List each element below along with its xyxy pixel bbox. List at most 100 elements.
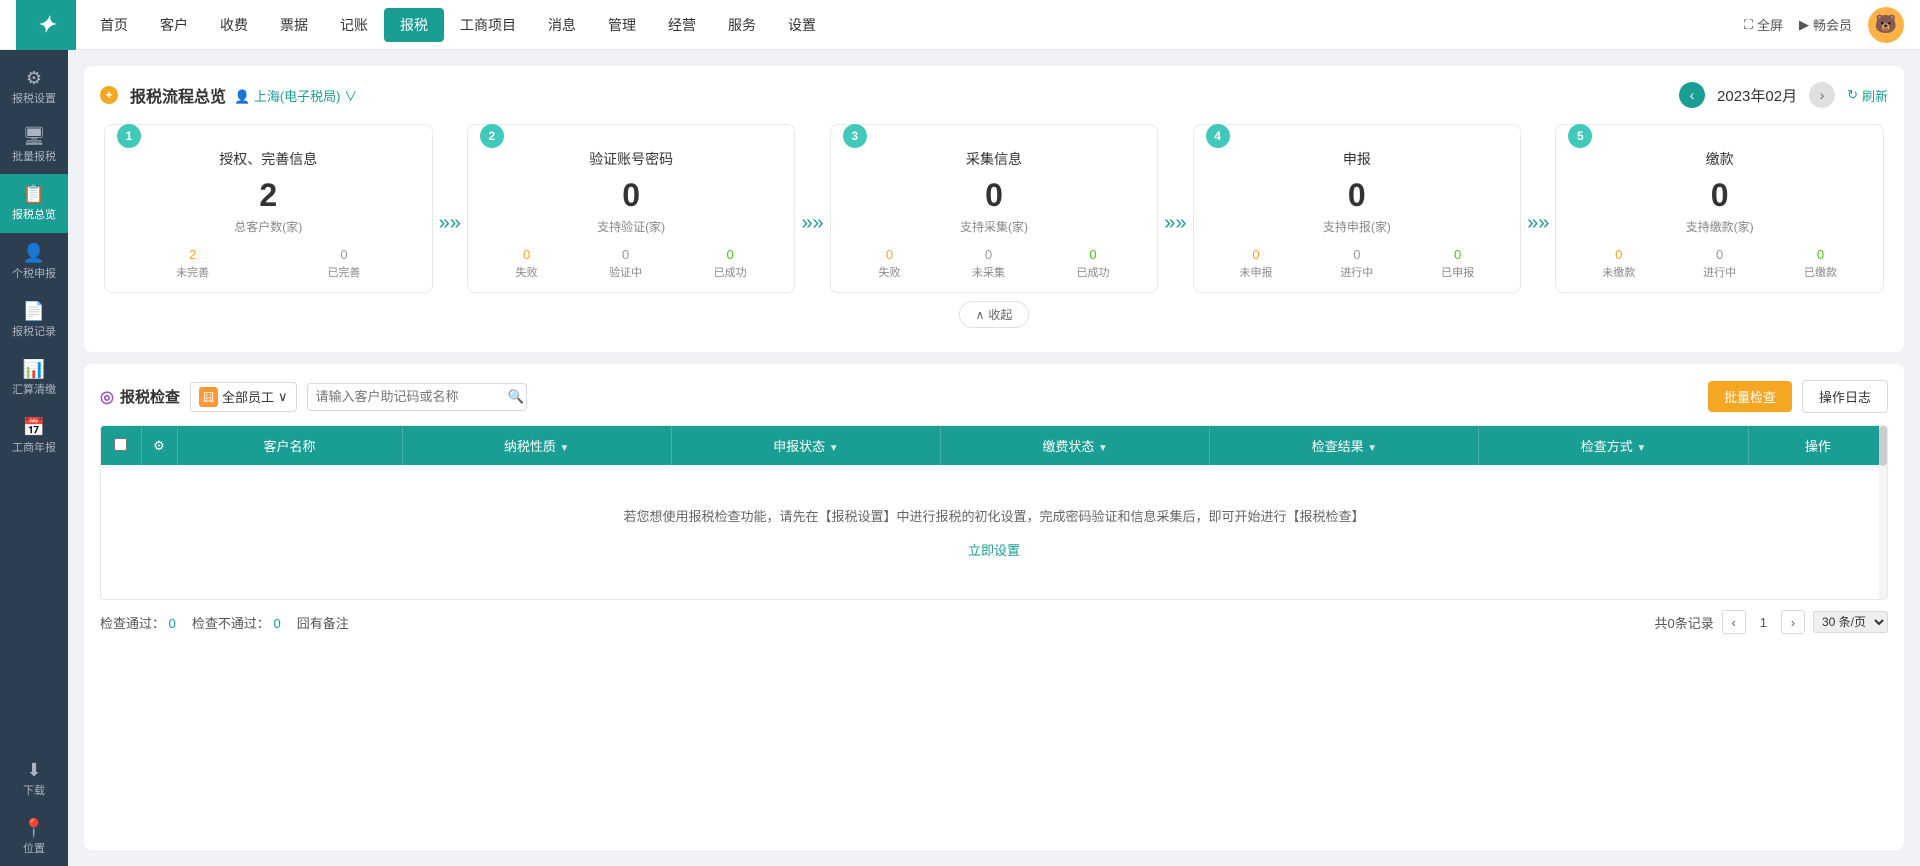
step-1-stat-0-num: 2 (189, 247, 196, 262)
step-2-desc: 支持验证(家) (480, 218, 783, 235)
next-page-button[interactable]: › (1781, 610, 1805, 634)
step-4-badge: 4 (1206, 124, 1230, 148)
sidebar-item-location[interactable]: 📍 位置 (19, 808, 49, 866)
step-4-stat-0-label: 未申报 (1239, 264, 1272, 280)
current-page: 1 (1754, 615, 1773, 630)
pass-count-link[interactable]: 0 (169, 616, 176, 631)
sidebar-item-tax-overview[interactable]: 📋 报税总览 (0, 174, 68, 232)
scrollbar[interactable] (1879, 426, 1887, 599)
logo-icon: ✦ (37, 12, 55, 38)
chevron-down-icon: ∨ (344, 89, 357, 104)
calendar-icon: 📅 (23, 417, 45, 438)
avatar[interactable]: 🐻 (1868, 7, 1904, 43)
fullscreen-button[interactable]: ⛶ 全屏 (1744, 15, 1783, 34)
step-2-title: 验证账号密码 (480, 149, 783, 169)
flow-overview-header: + 报税流程总览 👤 上海(电子税局) ∨ ‹ 2023年02月 › ↻ 刷新 (100, 82, 1888, 108)
step-3-stat-1-num: 0 (985, 247, 992, 262)
step-3-count: 0 (843, 177, 1146, 214)
step-3-footer: 0 失败 0 未采集 0 已成功 (843, 247, 1146, 280)
step-3-stat-0-num: 0 (886, 247, 893, 262)
nav-accounting[interactable]: 记账 (324, 0, 384, 50)
nav-business[interactable]: 工商项目 (444, 0, 532, 50)
step-1-footer: 2 未完善 0 已完善 (117, 247, 420, 280)
sidebar-item-annual-report[interactable]: 📅 工商年报 (0, 407, 68, 465)
filter-result-icon[interactable]: ▼ (1367, 443, 1377, 454)
sidebar-item-personal-tax[interactable]: 👤 个税申报 (0, 233, 68, 291)
setup-link[interactable]: 立即设置 (968, 543, 1020, 558)
empty-message: 若您想使用报税检查功能，请先在【报税设置】中进行报税的初化设置，完成密码验证和信… (141, 505, 1847, 528)
sidebar-item-tax-settings[interactable]: ⚙ 报税设置 (0, 58, 68, 116)
sidebar-item-settlement[interactable]: 📊 汇算清缴 (0, 349, 68, 407)
step-5-stat-2-label: 已缴款 (1804, 264, 1837, 280)
flow-step-4: 4 申报 0 支持申报(家) 0 未申报 0 进行中 (1193, 124, 1522, 293)
filter-method-icon[interactable]: ▼ (1636, 443, 1646, 454)
nav-settings[interactable]: 设置 (772, 0, 832, 50)
filter-declare-icon[interactable]: ▼ (829, 443, 839, 454)
step-2-stat-1-label: 验证中 (609, 264, 642, 280)
step-5-stat-0-label: 未缴款 (1602, 264, 1635, 280)
main-nav: 首页 客户 收费 票据 记账 报税 工商项目 消息 管理 经营 服务 设置 (84, 0, 1744, 50)
pass-count: 检查通过： 0 (100, 613, 176, 632)
nav-ticket[interactable]: 票据 (264, 0, 324, 50)
nav-operation[interactable]: 经营 (652, 0, 712, 50)
sidebar: ⚙ 报税设置 🖥 批量报税 📋 报税总览 👤 个税申报 📄 报税记录 📊 汇算清… (0, 50, 68, 866)
step-2-footer: 0 失败 0 验证中 0 已成功 (480, 247, 783, 280)
flow-overview-title: 报税流程总览 (130, 83, 226, 107)
page-size-select[interactable]: 30 条/页 (1813, 611, 1888, 633)
th-gear: ⚙ (141, 426, 177, 465)
step-2-badge: 2 (480, 124, 504, 148)
nav-service[interactable]: 服务 (712, 0, 772, 50)
employee-filter[interactable]: 囧 全部员工 ∨ (190, 382, 297, 412)
step-2-stat-2-num: 0 (727, 247, 734, 262)
refresh-button[interactable]: ↻ 刷新 (1847, 86, 1888, 105)
flow-steps: 1 授权、完善信息 2 总客户数(家) 2 未完善 0 已完善 (100, 124, 1888, 293)
prev-month-button[interactable]: ‹ (1679, 82, 1705, 108)
nav-fee[interactable]: 收费 (204, 0, 264, 50)
step-4-stat-1-label: 进行中 (1340, 264, 1373, 280)
check-footer: 检查通过： 0 检查不通过： 0 囧有备注 共0条记录 ‹ 1 › 30 条/页 (100, 600, 1888, 634)
pagination: 共0条记录 ‹ 1 › 30 条/页 (1655, 610, 1888, 634)
step-4-stat-0: 0 未申报 (1239, 247, 1272, 280)
sidebar-item-download[interactable]: ⬇ 下载 (19, 750, 49, 808)
nav-message[interactable]: 消息 (532, 0, 592, 50)
person-small-icon: 👤 (234, 89, 250, 104)
filter-pay-icon[interactable]: ▼ (1098, 443, 1108, 454)
member-button[interactable]: ▶ 畅会员 (1799, 15, 1852, 34)
sidebar-item-tax-record[interactable]: 📄 报税记录 (0, 291, 68, 349)
sidebar-item-batch-tax[interactable]: 🖥 批量报税 (0, 116, 68, 174)
flow-step-3: 3 采集信息 0 支持采集(家) 0 失败 0 未采集 (830, 124, 1159, 293)
step-3-title: 采集信息 (843, 149, 1146, 169)
gear-icon[interactable]: ⚙ (153, 438, 165, 453)
check-title-icon: ◎ (100, 387, 114, 407)
play-icon: ▶ (1799, 17, 1809, 33)
sidebar-label-batch-tax: 批量报税 (12, 151, 56, 164)
nav-home[interactable]: 首页 (84, 0, 144, 50)
step-1-title: 授权、完善信息 (117, 149, 420, 169)
step-1-stat-1-label: 已完善 (327, 264, 360, 280)
location-icon: 📍 (23, 818, 45, 839)
batch-check-button[interactable]: 批量检查 (1708, 381, 1792, 412)
prev-page-button[interactable]: ‹ (1722, 610, 1746, 634)
content-area: + 报税流程总览 👤 上海(电子税局) ∨ ‹ 2023年02月 › ↻ 刷新 (68, 50, 1920, 866)
location-selector[interactable]: 👤 上海(电子税局) ∨ (234, 86, 357, 105)
table-container: ⚙ 客户名称 纳税性质 ▼ 申报状态 ▼ (100, 425, 1888, 600)
nav-tax[interactable]: 报税 (384, 8, 444, 42)
select-all-checkbox[interactable] (114, 438, 127, 451)
step-5-badge: 5 (1568, 124, 1592, 148)
collapse-button[interactable]: ∧ 收起 (959, 301, 1030, 328)
sidebar-label-download: 下载 (23, 785, 45, 798)
flow-overview-card: + 报税流程总览 👤 上海(电子税局) ∨ ‹ 2023年02月 › ↻ 刷新 (84, 66, 1904, 352)
step-4-footer: 0 未申报 0 进行中 0 已申报 (1206, 247, 1509, 280)
filter-tax-nature-icon[interactable]: ▼ (560, 443, 570, 454)
step-5-stat-0-num: 0 (1615, 247, 1622, 262)
search-button[interactable]: 🔍 (500, 384, 527, 410)
fail-count-link[interactable]: 0 (274, 616, 281, 631)
operation-log-button[interactable]: 操作日志 (1802, 380, 1888, 413)
step-2-stat-0-num: 0 (523, 247, 530, 262)
next-month-button[interactable]: › (1809, 82, 1835, 108)
table-row-empty: 若您想使用报税检查功能，请先在【报税设置】中进行报税的初化设置，完成密码验证和信… (101, 465, 1887, 599)
nav-manage[interactable]: 管理 (592, 0, 652, 50)
nav-client[interactable]: 客户 (144, 0, 204, 50)
plus-icon: + (100, 86, 118, 104)
search-input[interactable] (308, 384, 500, 409)
